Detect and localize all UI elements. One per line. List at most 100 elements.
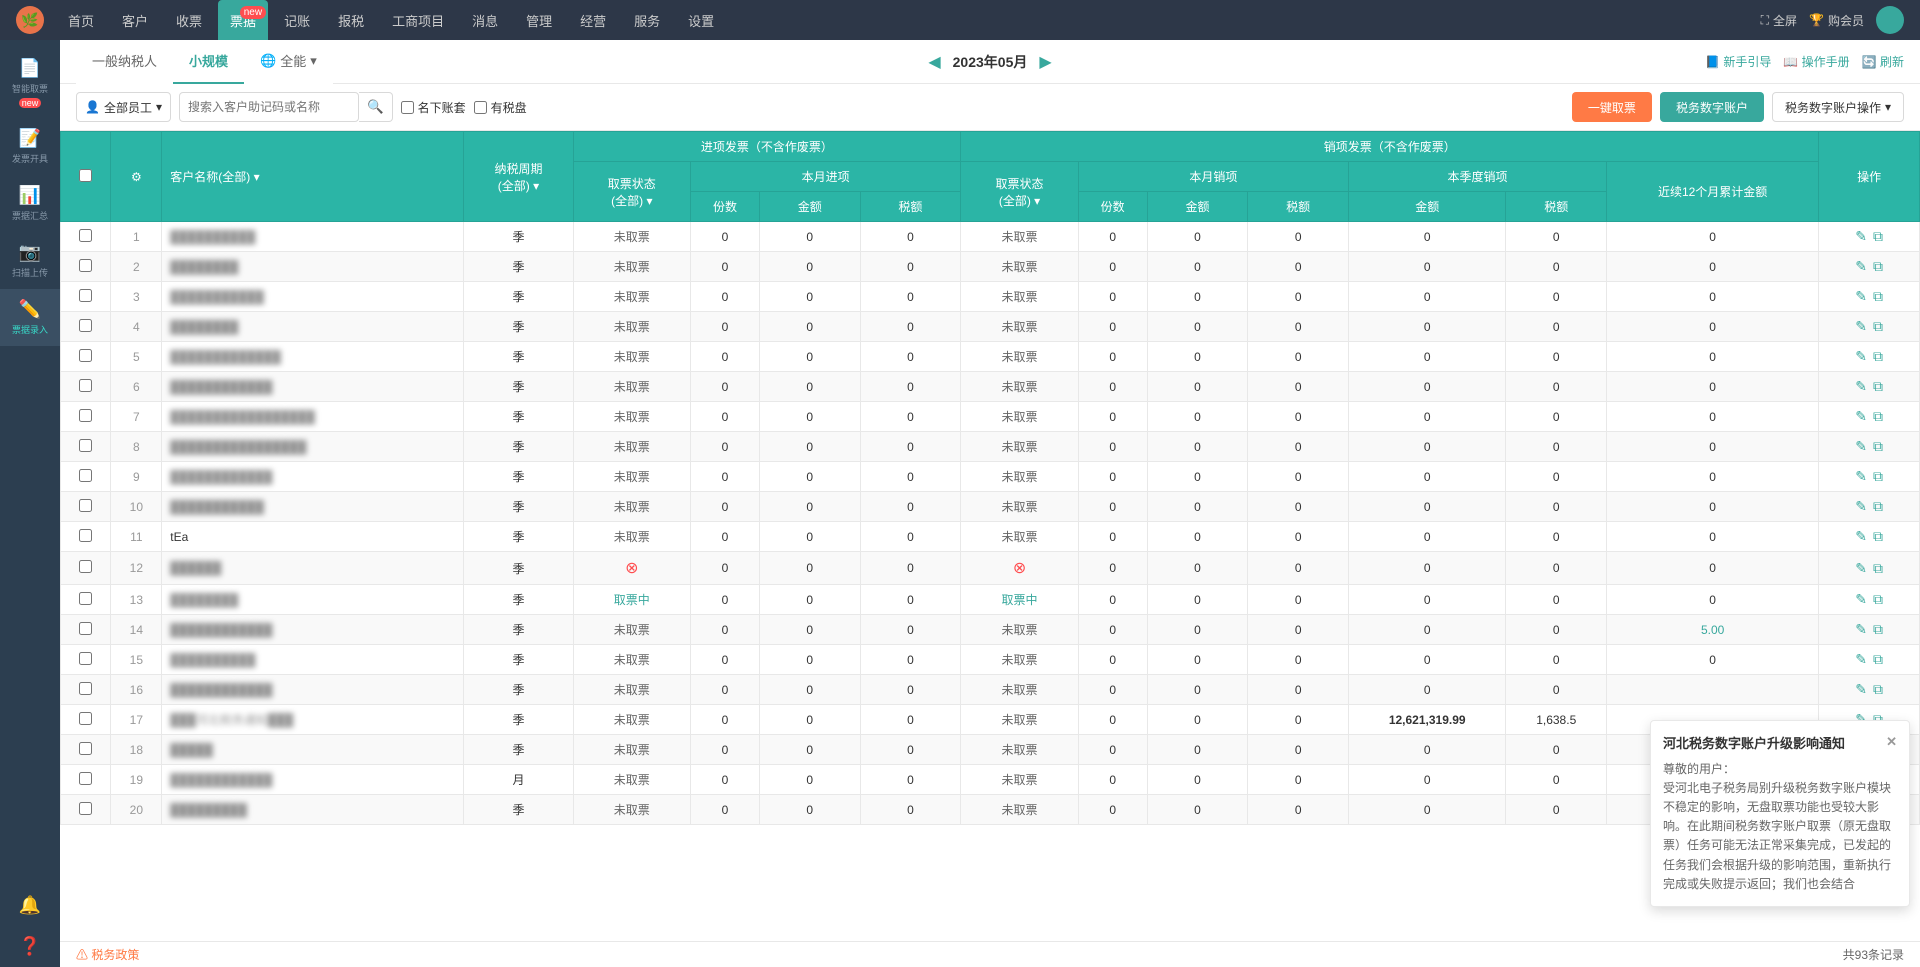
nav-customer[interactable]: 客户 bbox=[110, 0, 160, 40]
copy-icon[interactable]: ⧉ bbox=[1873, 228, 1883, 245]
in-status-filter[interactable]: ▾ bbox=[646, 194, 652, 208]
avatar[interactable] bbox=[1876, 6, 1904, 34]
sidebar-item-scan[interactable]: 📷 扫描上传 bbox=[0, 232, 60, 289]
edit-icon[interactable]: ✎ bbox=[1855, 591, 1867, 608]
edit-icon[interactable]: ✎ bbox=[1855, 560, 1867, 577]
search-btn[interactable]: 🔍 bbox=[359, 92, 393, 122]
digital-account-ops-btn[interactable]: 税务数字账户操作 ▾ bbox=[1772, 92, 1904, 122]
row-checkbox[interactable] bbox=[79, 289, 92, 302]
edit-icon[interactable]: ✎ bbox=[1855, 318, 1867, 335]
my-account-check[interactable] bbox=[401, 101, 414, 114]
row-checkbox[interactable] bbox=[79, 379, 92, 392]
copy-icon[interactable]: ⧉ bbox=[1873, 468, 1883, 485]
copy-icon[interactable]: ⧉ bbox=[1873, 621, 1883, 638]
table-container[interactable]: ⚙ 客户名称(全部) ▾ 纳税周期(全部) ▾ 进项发票（不含作废票） 销项发票… bbox=[60, 131, 1920, 941]
nav-receive[interactable]: 收票 bbox=[164, 0, 214, 40]
sidebar-item-help[interactable]: ❓ bbox=[15, 926, 45, 967]
policy-alert[interactable]: ⚠ 税务政策 bbox=[76, 946, 139, 963]
nav-operation[interactable]: 经营 bbox=[568, 0, 618, 40]
row-checkbox[interactable] bbox=[79, 229, 92, 242]
nav-settings[interactable]: 设置 bbox=[676, 0, 726, 40]
edit-icon[interactable]: ✎ bbox=[1855, 498, 1867, 515]
copy-icon[interactable]: ⧉ bbox=[1873, 408, 1883, 425]
search-input[interactable] bbox=[179, 92, 359, 122]
period-filter[interactable]: ▾ bbox=[533, 179, 539, 193]
copy-icon[interactable]: ⧉ bbox=[1873, 258, 1883, 275]
select-all-checkbox[interactable] bbox=[79, 169, 92, 182]
copy-icon[interactable]: ⧉ bbox=[1873, 528, 1883, 545]
row-checkbox[interactable] bbox=[79, 682, 92, 695]
row-checkbox[interactable] bbox=[79, 439, 92, 452]
row-checkbox[interactable] bbox=[79, 712, 92, 725]
nav-business[interactable]: 工商项目 bbox=[380, 0, 456, 40]
edit-icon[interactable]: ✎ bbox=[1855, 288, 1867, 305]
prev-month-btn[interactable]: ◀ bbox=[928, 52, 940, 72]
sidebar-item-open-invoice[interactable]: 📝 发票开具 bbox=[0, 118, 60, 175]
copy-icon[interactable]: ⧉ bbox=[1873, 378, 1883, 395]
copy-icon[interactable]: ⧉ bbox=[1873, 591, 1883, 608]
refresh-btn[interactable]: 🔄 刷新 bbox=[1862, 53, 1904, 70]
filter-icon[interactable]: ▾ bbox=[254, 170, 260, 184]
row-checkbox[interactable] bbox=[79, 319, 92, 332]
edit-icon[interactable]: ✎ bbox=[1855, 408, 1867, 425]
edit-icon[interactable]: ✎ bbox=[1855, 438, 1867, 455]
edit-icon[interactable]: ✎ bbox=[1855, 528, 1867, 545]
sidebar-item-entry[interactable]: ✏️ 票据录入 bbox=[0, 289, 60, 346]
row-checkbox[interactable] bbox=[79, 622, 92, 635]
copy-icon[interactable]: ⧉ bbox=[1873, 651, 1883, 668]
row-checkbox[interactable] bbox=[79, 652, 92, 665]
edit-icon[interactable]: ✎ bbox=[1855, 651, 1867, 668]
edit-icon[interactable]: ✎ bbox=[1855, 621, 1867, 638]
edit-icon[interactable]: ✎ bbox=[1855, 228, 1867, 245]
row-checkbox[interactable] bbox=[79, 592, 92, 605]
tab-all[interactable]: 🌐 全能 ▾ bbox=[244, 40, 333, 84]
nav-bookkeeping[interactable]: 记账 bbox=[272, 0, 322, 40]
row-checkbox[interactable] bbox=[79, 529, 92, 542]
vip-btn[interactable]: 🏆 购会员 bbox=[1809, 12, 1864, 29]
employee-select[interactable]: 👤 全部员工 ▾ bbox=[76, 92, 171, 122]
edit-icon[interactable]: ✎ bbox=[1855, 468, 1867, 485]
row-checkbox[interactable] bbox=[79, 772, 92, 785]
copy-icon[interactable]: ⧉ bbox=[1873, 288, 1883, 305]
copy-icon[interactable]: ⧉ bbox=[1873, 498, 1883, 515]
row-checkbox[interactable] bbox=[79, 259, 92, 272]
tab-general-taxpayer[interactable]: 一般纳税人 bbox=[76, 40, 173, 84]
edit-icon[interactable]: ✎ bbox=[1855, 348, 1867, 365]
copy-icon[interactable]: ⧉ bbox=[1873, 681, 1883, 698]
row-checkbox[interactable] bbox=[79, 560, 92, 573]
row-checkbox[interactable] bbox=[79, 802, 92, 815]
copy-icon[interactable]: ⧉ bbox=[1873, 438, 1883, 455]
tab-small-scale[interactable]: 小规模 bbox=[173, 40, 244, 84]
edit-icon[interactable]: ✎ bbox=[1855, 681, 1867, 698]
row-checkbox[interactable] bbox=[79, 349, 92, 362]
tax-disk-check[interactable] bbox=[474, 101, 487, 114]
copy-icon[interactable]: ⧉ bbox=[1873, 318, 1883, 335]
sidebar-item-notification[interactable]: 🔔 bbox=[15, 885, 45, 926]
row-checkbox[interactable] bbox=[79, 742, 92, 755]
digital-account-btn[interactable]: 税务数字账户 bbox=[1660, 92, 1764, 122]
one-click-ticket-btn[interactable]: 一键取票 bbox=[1572, 92, 1652, 122]
nav-invoice[interactable]: 票据 new bbox=[218, 0, 268, 40]
nav-tax[interactable]: 报税 bbox=[326, 0, 376, 40]
row-checkbox[interactable] bbox=[79, 409, 92, 422]
manual-btn[interactable]: 📖 操作手册 bbox=[1783, 53, 1849, 70]
copy-icon[interactable]: ⧉ bbox=[1873, 348, 1883, 365]
notif-close-btn[interactable]: ✕ bbox=[1886, 734, 1897, 750]
sidebar-item-summary[interactable]: 📊 票据汇总 bbox=[0, 175, 60, 232]
my-account-checkbox[interactable]: 名下账套 bbox=[401, 99, 466, 116]
copy-icon[interactable]: ⧉ bbox=[1873, 560, 1883, 577]
row-checkbox[interactable] bbox=[79, 499, 92, 512]
fullscreen-btn[interactable]: ⛶ 全屏 bbox=[1761, 12, 1797, 29]
new-guide-btn[interactable]: 📘 新手引导 bbox=[1705, 53, 1771, 70]
edit-icon[interactable]: ✎ bbox=[1855, 258, 1867, 275]
nav-message[interactable]: 消息 bbox=[460, 0, 510, 40]
tax-disk-checkbox[interactable]: 有税盘 bbox=[474, 99, 527, 116]
sidebar-item-smart-ticket[interactable]: 📄 智能取票 new bbox=[0, 48, 60, 118]
row-checkbox[interactable] bbox=[79, 469, 92, 482]
nav-home[interactable]: 首页 bbox=[56, 0, 106, 40]
next-month-btn[interactable]: ▶ bbox=[1039, 52, 1051, 72]
out-status-filter[interactable]: ▾ bbox=[1034, 194, 1040, 208]
nav-service[interactable]: 服务 bbox=[622, 0, 672, 40]
edit-icon[interactable]: ✎ bbox=[1855, 378, 1867, 395]
nav-admin[interactable]: 管理 bbox=[514, 0, 564, 40]
